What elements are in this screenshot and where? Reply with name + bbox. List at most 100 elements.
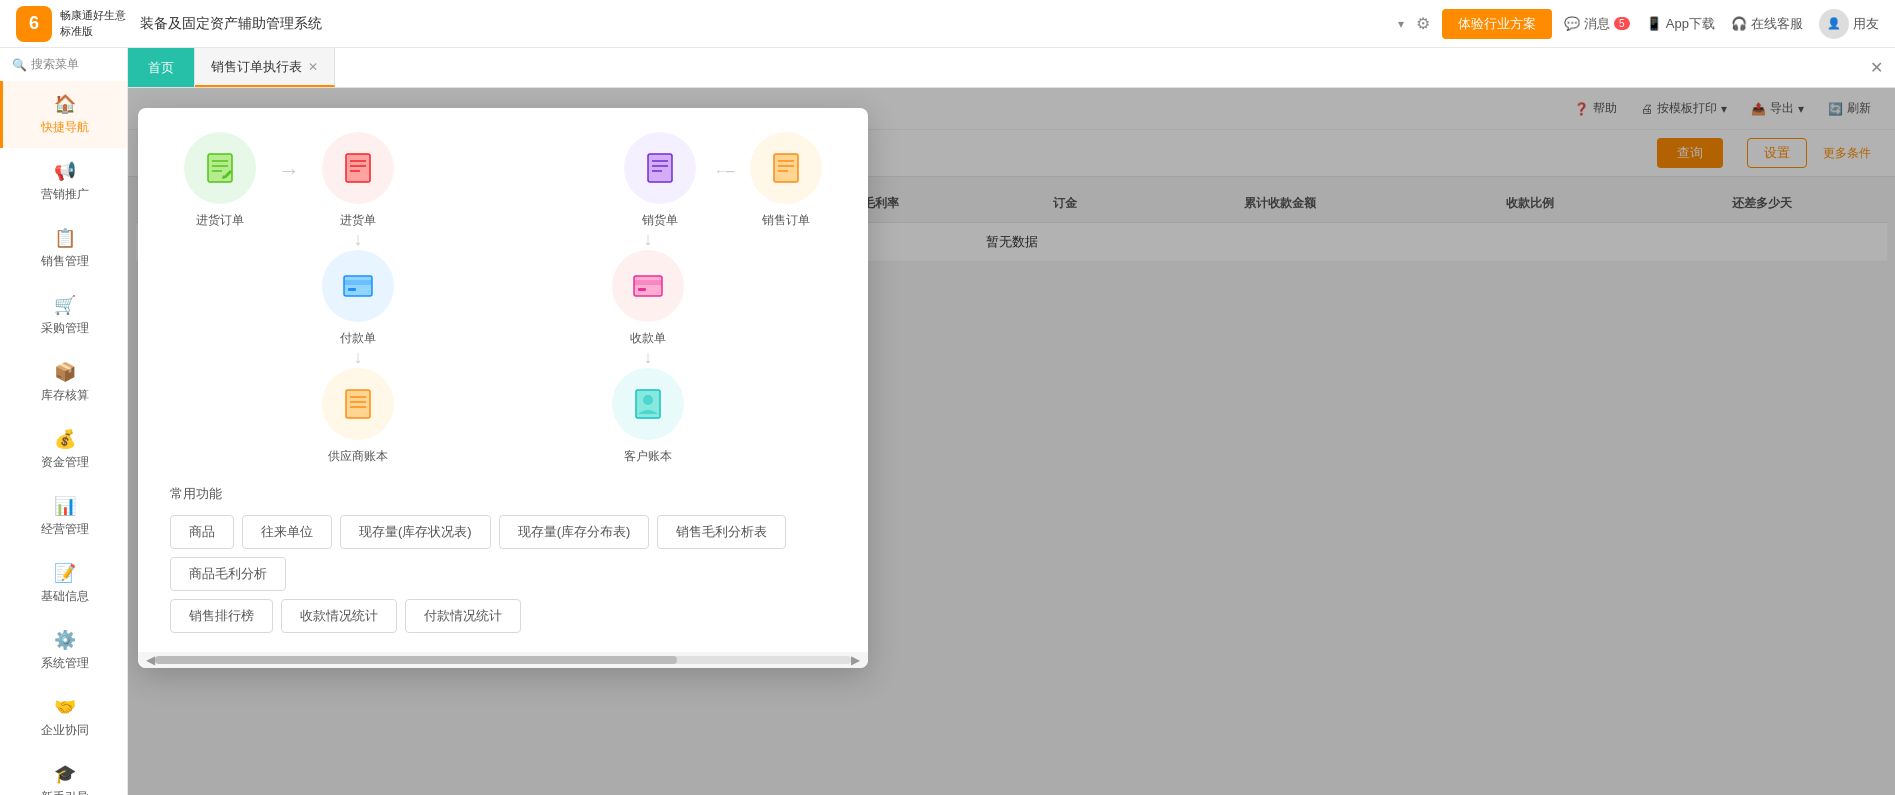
sidebar-item-label-finance: 资金管理 [41, 454, 89, 471]
scrollbar-track[interactable] [155, 656, 851, 664]
tab-close-icon[interactable]: ✕ [308, 60, 318, 74]
svg-rect-19 [634, 276, 662, 296]
download-icon: 📱 [1646, 16, 1662, 31]
main-area: 🔍 搜索菜单 🏠 快捷导航 📢 营销推广 📋 销售管理 🛒 采购管理 📦 [0, 48, 1895, 795]
sidebar-item-label-guide: 新手引导 [41, 789, 89, 795]
func-btn-stock-dist[interactable]: 现存量(库存分布表) [499, 515, 650, 549]
content-area: 首页 销售订单执行表 ✕ ✕ ❓ 帮助 [128, 48, 1895, 795]
flow-item-sales-order[interactable]: 销售订单 [736, 132, 836, 229]
common-functions: 常用功能 商品 往来单位 现存量(库存状况表) 现存量(库存分布表) 销售毛利分… [170, 485, 836, 633]
operations-icon: 📊 [54, 495, 76, 517]
svg-rect-4 [346, 154, 370, 182]
settings-icon[interactable]: ⚙ [1416, 14, 1430, 33]
service-icon: 🎧 [1731, 16, 1747, 31]
svg-rect-21 [638, 288, 646, 291]
flow-arrows-down-row2: ↓ ↓ [170, 347, 836, 368]
sidebar-item-sales[interactable]: 📋 销售管理 [0, 215, 127, 282]
finance-icon: 💰 [54, 428, 76, 450]
quick-nav-icon: 🏠 [54, 93, 76, 115]
logo-line1: 畅康通好生意 [60, 8, 126, 23]
online-service-label: 在线客服 [1751, 15, 1803, 33]
sidebar-item-enterprise[interactable]: 🤝 企业协同 [0, 684, 127, 751]
svg-rect-18 [348, 288, 356, 291]
close-all-icon[interactable]: ✕ [1870, 58, 1883, 77]
tab-home[interactable]: 首页 [128, 48, 195, 87]
svg-rect-17 [344, 280, 372, 285]
search-sidebar-label: 搜索菜单 [31, 56, 79, 73]
supplier-ledger-label: 供应商账本 [328, 448, 388, 465]
svg-rect-20 [634, 280, 662, 285]
modal-scrollbar: ◀ ▶ [138, 652, 868, 668]
message-icon: 💬 [1564, 16, 1580, 31]
top-bar-right: 💬 消息 5 📱 App下载 🎧 在线客服 👤 用友 [1564, 9, 1879, 39]
user-initial: 👤 [1827, 17, 1841, 30]
func-btn-receipt-stat[interactable]: 收款情况统计 [281, 599, 397, 633]
sidebar-item-label-enterprise: 企业协同 [41, 722, 89, 739]
scrollbar-left-arrow[interactable]: ◀ [146, 653, 155, 667]
inventory-icon: 📦 [54, 361, 76, 383]
experience-btn[interactable]: 体验行业方案 [1442, 9, 1552, 39]
down-arrow-pb: ↓ [308, 229, 408, 250]
flow-item-payment[interactable]: 付款单 [308, 250, 408, 347]
sidebar-item-label-system: 系统管理 [41, 655, 89, 672]
sidebar-item-label-marketing: 营销推广 [41, 186, 89, 203]
user-menu-btn[interactable]: 👤 用友 [1819, 9, 1879, 39]
flow-item-purchase-bill[interactable]: 进货单 [308, 132, 408, 229]
func-btn-stock-status[interactable]: 现存量(库存状况表) [340, 515, 491, 549]
sidebar-item-label-inventory: 库存核算 [41, 387, 89, 404]
app-download-btn[interactable]: 📱 App下载 [1646, 15, 1715, 33]
online-service-btn[interactable]: 🎧 在线客服 [1731, 15, 1803, 33]
func-buttons-row2: 销售排行榜 收款情况统计 付款情况统计 [170, 599, 836, 633]
sidebar-item-finance[interactable]: 💰 资金管理 [0, 416, 127, 483]
customer-ledger-circle [612, 368, 684, 440]
flow-item-customer-ledger[interactable]: 客户账本 [598, 368, 698, 465]
func-btn-goods-profit[interactable]: 商品毛利分析 [170, 557, 286, 591]
sales-bill-circle [624, 132, 696, 204]
sidebar-item-basic-info[interactable]: 📝 基础信息 [0, 550, 127, 617]
func-btn-payment-stat[interactable]: 付款情况统计 [405, 599, 521, 633]
sidebar-item-purchase[interactable]: 🛒 采购管理 [0, 282, 127, 349]
sidebar-item-operations[interactable]: 📊 经营管理 [0, 483, 127, 550]
system-icon: ⚙️ [54, 629, 76, 651]
sidebar-item-label-basic-info: 基础信息 [41, 588, 89, 605]
guide-icon: 🎓 [54, 763, 76, 785]
svg-rect-12 [774, 154, 798, 182]
basic-info-icon: 📝 [54, 562, 76, 584]
flow-item-receipt[interactable]: 收款单 [598, 250, 698, 347]
payment-circle [322, 250, 394, 322]
flow-item-sales-bill[interactable]: 销货单 [610, 132, 710, 229]
enterprise-icon: 🤝 [54, 696, 76, 718]
purchase-order-circle [184, 132, 256, 204]
search-sidebar[interactable]: 🔍 搜索菜单 [0, 48, 127, 81]
sidebar-item-quick-nav[interactable]: 🏠 快捷导航 [0, 81, 127, 148]
flow-row-2: 付款单 收款单 [170, 250, 836, 347]
down-arrow-rec: ↓ [598, 347, 698, 368]
flow-item-purchase-order[interactable]: 进货订单 [170, 132, 270, 229]
arrow-po-pb: → [270, 158, 308, 204]
sidebar-item-marketing[interactable]: 📢 营销推广 [0, 148, 127, 215]
sidebar-item-system[interactable]: ⚙️ 系统管理 [0, 617, 127, 684]
user-name: 用友 [1853, 15, 1879, 33]
supplier-ledger-circle [322, 368, 394, 440]
search-icon: 🔍 [12, 58, 27, 72]
sidebar-item-guide[interactable]: 🎓 新手引导 [0, 751, 127, 795]
svg-rect-22 [346, 390, 370, 418]
sidebar-item-inventory[interactable]: 📦 库存核算 [0, 349, 127, 416]
down-arrow-pay: ↓ [308, 347, 408, 368]
func-btn-sales-profit[interactable]: 销售毛利分析表 [657, 515, 786, 549]
logo-area: 6 畅康通好生意 标准版 [16, 6, 128, 42]
customer-ledger-label: 客户账本 [624, 448, 672, 465]
message-btn[interactable]: 💬 消息 5 [1564, 15, 1630, 33]
sidebar: 🔍 搜索菜单 🏠 快捷导航 📢 营销推广 📋 销售管理 🛒 采购管理 📦 [0, 48, 128, 795]
system-title-arrow[interactable]: ▾ [1398, 17, 1404, 31]
scrollbar-right-arrow[interactable]: ▶ [851, 653, 860, 667]
message-badge: 5 [1614, 17, 1630, 30]
func-btn-partner[interactable]: 往来单位 [242, 515, 332, 549]
func-btn-sales-rank[interactable]: 销售排行榜 [170, 599, 273, 633]
app-container: 6 畅康通好生意 标准版 装备及固定资产辅助管理系统 ▾ ⚙ 体验行业方案 💬 … [0, 0, 1895, 795]
logo-icon: 6 [16, 6, 52, 42]
tab-sales-order-exec-label: 销售订单执行表 [211, 58, 302, 76]
flow-item-supplier-ledger[interactable]: 供应商账本 [308, 368, 408, 465]
tab-sales-order-exec[interactable]: 销售订单执行表 ✕ [195, 48, 335, 87]
func-btn-goods[interactable]: 商品 [170, 515, 234, 549]
